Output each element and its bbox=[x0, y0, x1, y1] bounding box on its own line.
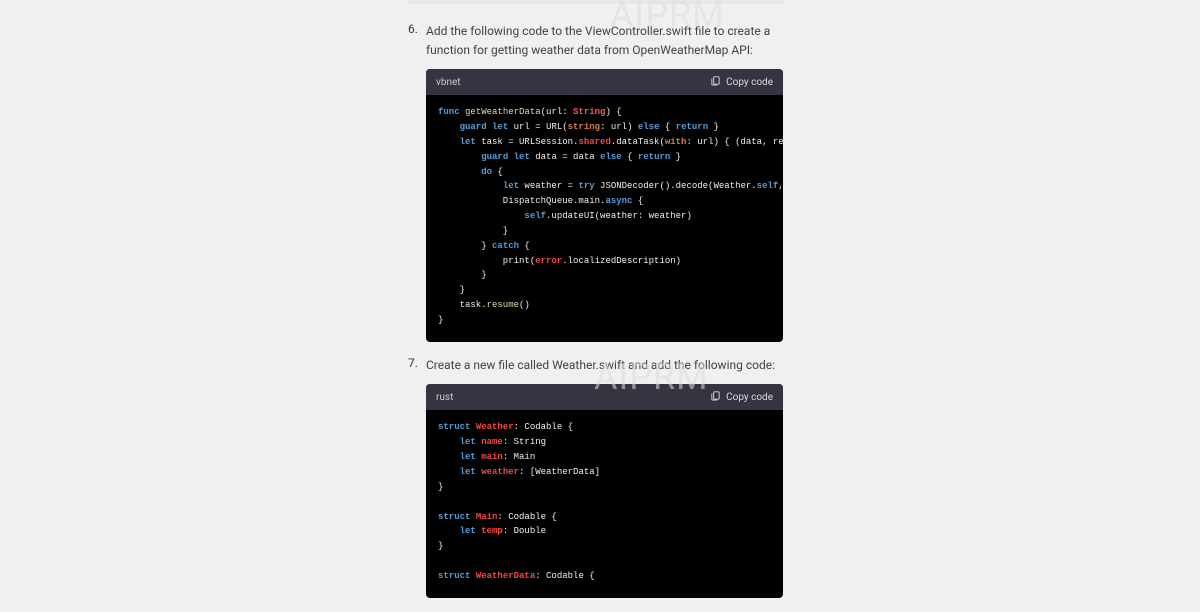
code-language-label: rust bbox=[436, 392, 453, 403]
code-block: vbnet Copy code func getWeatherData(url:… bbox=[426, 69, 783, 342]
step-7: Create a new file called Weather.swift a… bbox=[408, 356, 783, 598]
step-6: Add the following code to the ViewContro… bbox=[408, 22, 783, 342]
code-header: rust Copy code bbox=[426, 384, 783, 410]
step-text: Create a new file called Weather.swift a… bbox=[426, 356, 783, 375]
prev-block-edge bbox=[408, 0, 783, 4]
code-block: rust Copy code struct Weather: Codable {… bbox=[426, 384, 783, 597]
code-content[interactable]: struct Weather: Codable { let name: Stri… bbox=[426, 410, 783, 597]
code-language-label: vbnet bbox=[436, 77, 461, 88]
copy-code-button[interactable]: Copy code bbox=[710, 75, 773, 89]
code-content[interactable]: func getWeatherData(url: String) { guard… bbox=[426, 95, 783, 342]
step-text: Add the following code to the ViewContro… bbox=[426, 22, 783, 59]
content-column: Add the following code to the ViewContro… bbox=[408, 0, 783, 612]
code-header: vbnet Copy code bbox=[426, 69, 783, 95]
copy-code-label: Copy code bbox=[726, 392, 773, 403]
copy-code-label: Copy code bbox=[726, 77, 773, 88]
steps-list: Add the following code to the ViewContro… bbox=[408, 22, 783, 598]
copy-code-button[interactable]: Copy code bbox=[710, 390, 773, 404]
clipboard-icon bbox=[710, 75, 721, 89]
clipboard-icon bbox=[710, 390, 721, 404]
